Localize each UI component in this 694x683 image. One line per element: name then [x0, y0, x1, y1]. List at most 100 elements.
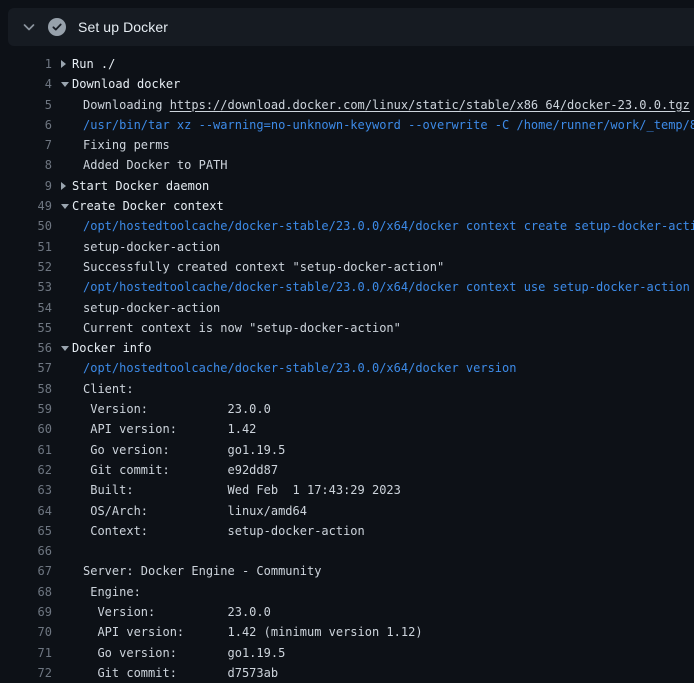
log-text: /opt/hostedtoolcache/docker-stable/23.0.… [52, 216, 694, 236]
log-text: Server: Docker Engine - Community [52, 561, 321, 581]
log-line: 58 Client: [0, 379, 694, 399]
log-lines: 1 Run ./ 4 Download docker 5 Downloading… [0, 46, 694, 683]
line-number[interactable]: 64 [0, 501, 52, 521]
log-text: Go version: go1.19.5 [52, 440, 285, 460]
log-text: Engine: [52, 582, 141, 602]
log-line: 51 setup-docker-action [0, 237, 694, 257]
log-line: 52 Successfully created context "setup-d… [0, 257, 694, 277]
line-number[interactable]: 68 [0, 582, 52, 602]
line-number[interactable]: 8 [0, 155, 52, 175]
log-text: Start Docker daemon [72, 176, 209, 196]
log-line: 55 Current context is now "setup-docker-… [0, 318, 694, 338]
log-line: 68 Engine: [0, 582, 694, 602]
chevron-down-icon[interactable] [21, 19, 37, 35]
line-number[interactable]: 53 [0, 277, 52, 297]
log-text: Added Docker to PATH [52, 155, 228, 175]
log-line: 66 [0, 541, 694, 561]
log-line: 7 Fixing perms [0, 135, 694, 155]
line-number[interactable]: 62 [0, 460, 52, 480]
log-text: Create Docker context [72, 196, 224, 216]
log-line: 6 /usr/bin/tar xz --warning=no-unknown-k… [0, 115, 694, 135]
log-text: Fixing perms [52, 135, 170, 155]
log-text: Built: Wed Feb 1 17:43:29 2023 [52, 480, 401, 500]
line-number[interactable]: 6 [0, 115, 52, 135]
log-text: Version: 23.0.0 [52, 399, 271, 419]
log-line: 65 Context: setup-docker-action [0, 521, 694, 541]
log-line: 53 /opt/hostedtoolcache/docker-stable/23… [0, 277, 694, 297]
log-line: 64 OS/Arch: linux/amd64 [0, 501, 694, 521]
group-chevron-icon [52, 74, 72, 94]
log-line: 50 /opt/hostedtoolcache/docker-stable/23… [0, 216, 694, 236]
line-number[interactable]: 52 [0, 257, 52, 277]
line-number[interactable]: 71 [0, 643, 52, 663]
log-text: /opt/hostedtoolcache/docker-stable/23.0.… [52, 358, 516, 378]
check-circle-icon [48, 18, 66, 36]
log-line: 69 Version: 23.0.0 [0, 602, 694, 622]
log-line: 57 /opt/hostedtoolcache/docker-stable/23… [0, 358, 694, 378]
group-chevron-icon [52, 54, 72, 74]
log-text: Current context is now "setup-docker-act… [52, 318, 401, 338]
group-chevron-icon [52, 176, 72, 196]
log-line: 5 Downloading https://download.docker.co… [0, 95, 694, 115]
log-text: /opt/hostedtoolcache/docker-stable/23.0.… [52, 277, 690, 297]
line-number[interactable]: 51 [0, 237, 52, 257]
log-text-prefix: Downloading [83, 98, 170, 112]
line-number[interactable]: 61 [0, 440, 52, 460]
log-text: Git commit: e92dd87 [52, 460, 278, 480]
line-number[interactable]: 54 [0, 298, 52, 318]
line-number[interactable]: 56 [0, 338, 52, 358]
line-number[interactable]: 72 [0, 663, 52, 683]
log-text: OS/Arch: linux/amd64 [52, 501, 307, 521]
line-number[interactable]: 63 [0, 480, 52, 500]
log-text: Go version: go1.19.5 [52, 643, 285, 663]
log-text: Context: setup-docker-action [52, 521, 365, 541]
log-line[interactable]: 49 Create Docker context [0, 196, 694, 216]
log-line: 72 Git commit: d7573ab [0, 663, 694, 683]
line-number[interactable]: 69 [0, 602, 52, 622]
line-number[interactable]: 49 [0, 196, 52, 216]
log-text: Docker info [72, 338, 151, 358]
line-number[interactable]: 9 [0, 176, 52, 196]
log-text: Successfully created context "setup-dock… [52, 257, 444, 277]
line-number[interactable]: 4 [0, 74, 52, 94]
step-header[interactable]: Set up Docker [8, 8, 694, 46]
log-text: API version: 1.42 (minimum version 1.12) [52, 622, 423, 642]
log-text: Version: 23.0.0 [52, 602, 271, 622]
log-line: 61 Go version: go1.19.5 [0, 440, 694, 460]
line-number[interactable]: 65 [0, 521, 52, 541]
log-text: Download docker [72, 74, 180, 94]
log-line: 63 Built: Wed Feb 1 17:43:29 2023 [0, 480, 694, 500]
line-number[interactable]: 67 [0, 561, 52, 581]
log-text: Git commit: d7573ab [52, 663, 278, 683]
line-number[interactable]: 5 [0, 95, 52, 115]
log-text: Run ./ [72, 54, 115, 74]
line-number[interactable]: 59 [0, 399, 52, 419]
log-line[interactable]: 4 Download docker [0, 74, 694, 94]
step-title: Set up Docker [78, 19, 168, 35]
line-number[interactable]: 57 [0, 358, 52, 378]
log-line[interactable]: 56 Docker info [0, 338, 694, 358]
line-number[interactable]: 7 [0, 135, 52, 155]
line-number[interactable]: 55 [0, 318, 52, 338]
log-line: 62 Git commit: e92dd87 [0, 460, 694, 480]
log-text: API version: 1.42 [52, 419, 256, 439]
log-line: 71 Go version: go1.19.5 [0, 643, 694, 663]
group-chevron-icon [52, 338, 72, 358]
line-number[interactable]: 66 [0, 541, 52, 561]
log-line: 60 API version: 1.42 [0, 419, 694, 439]
log-line[interactable]: 9 Start Docker daemon [0, 176, 694, 196]
line-number[interactable]: 1 [0, 54, 52, 74]
log-line: 59 Version: 23.0.0 [0, 399, 694, 419]
log-line[interactable]: 1 Run ./ [0, 54, 694, 74]
log-text: Client: [52, 379, 134, 399]
line-number[interactable]: 70 [0, 622, 52, 642]
log-text: Downloading https://download.docker.com/… [52, 95, 690, 115]
line-number[interactable]: 58 [0, 379, 52, 399]
log-link[interactable]: https://download.docker.com/linux/static… [170, 98, 690, 112]
log-text: /usr/bin/tar xz --warning=no-unknown-key… [52, 115, 694, 135]
log-line: 70 API version: 1.42 (minimum version 1.… [0, 622, 694, 642]
line-number[interactable]: 50 [0, 216, 52, 236]
line-number[interactable]: 60 [0, 419, 52, 439]
log-text: setup-docker-action [52, 298, 220, 318]
log-line: 54 setup-docker-action [0, 298, 694, 318]
